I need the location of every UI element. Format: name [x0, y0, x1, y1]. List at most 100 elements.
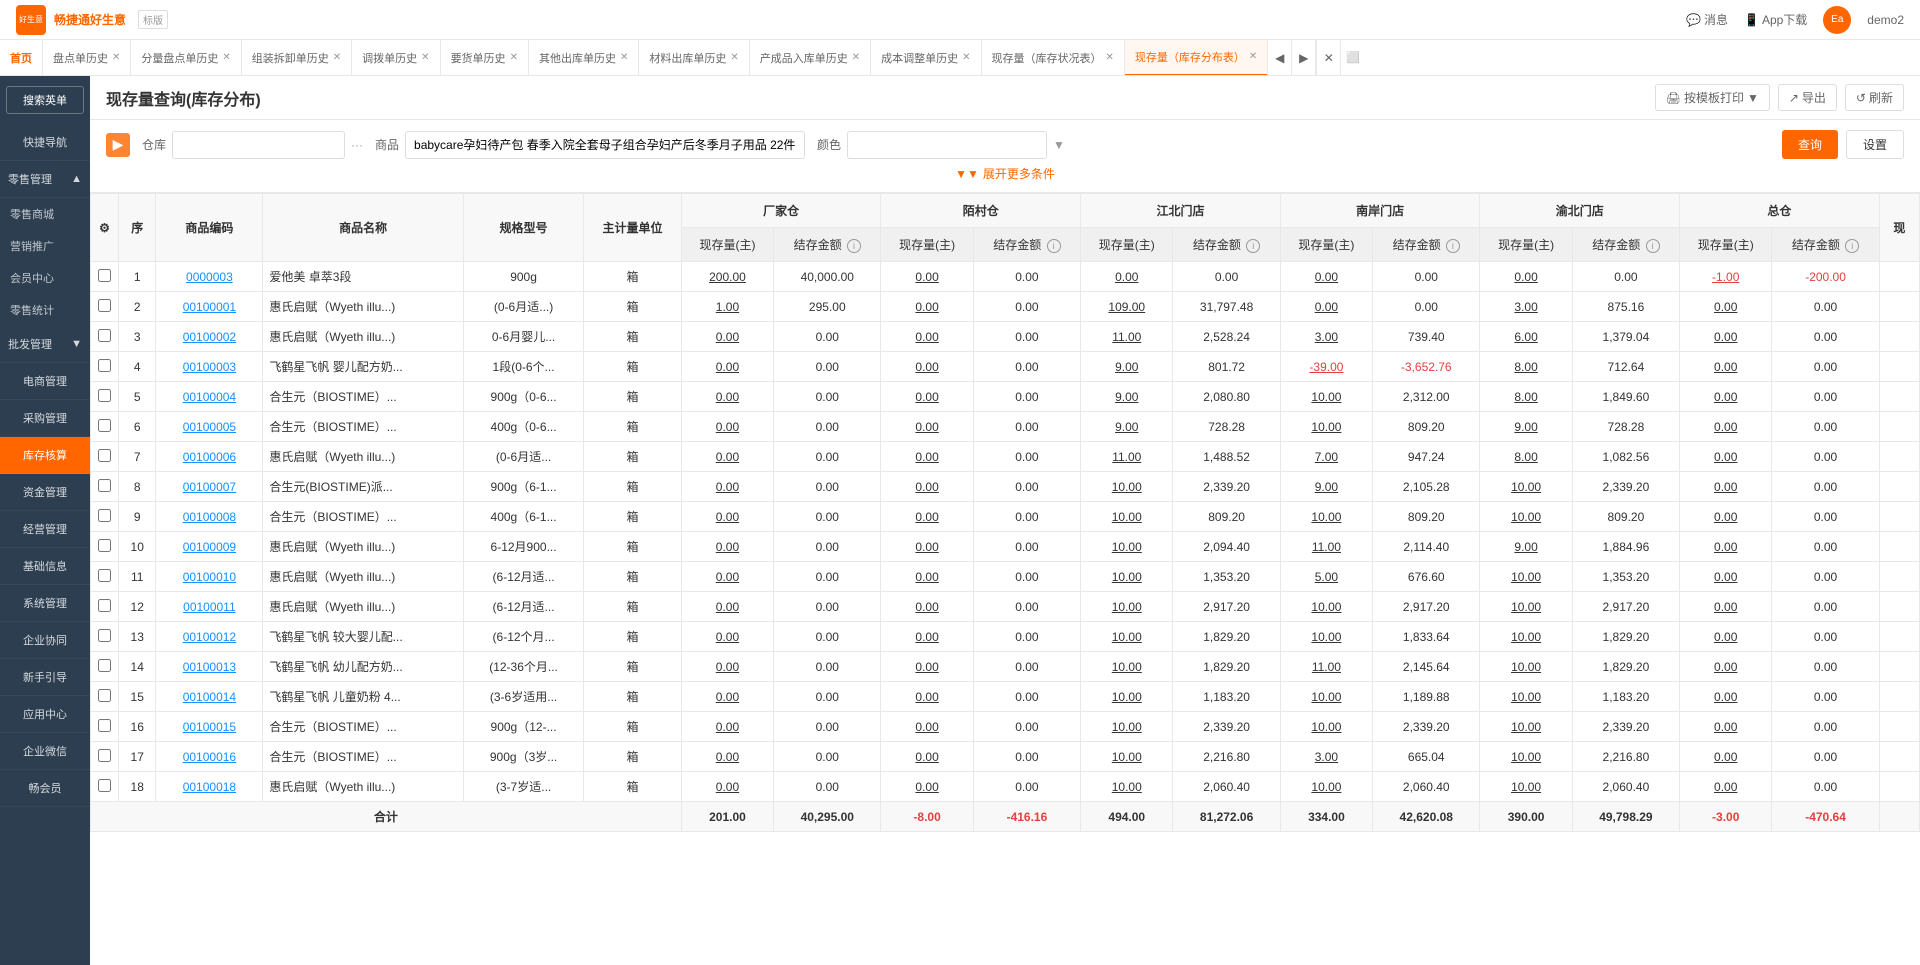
tab-close-product-in[interactable]: ✕ — [852, 52, 860, 63]
row-checkbox[interactable] — [91, 262, 119, 292]
row-qty-4[interactable]: 8.00 — [1480, 352, 1572, 382]
row-code[interactable]: 00100006 — [156, 442, 263, 472]
row-qty-2[interactable]: 109.00 — [1081, 292, 1173, 322]
mocun-amount-info[interactable]: i — [1047, 239, 1061, 253]
row-qty-5[interactable]: 0.00 — [1680, 622, 1772, 652]
tab-product-in[interactable]: 产成品入库单历史 ✕ — [750, 40, 871, 76]
sidebar-item-guide[interactable]: 新手引导 — [0, 659, 90, 696]
row-qty-4[interactable]: 10.00 — [1480, 472, 1572, 502]
row-qty-1[interactable]: 0.00 — [881, 592, 973, 622]
row-code[interactable]: 0000003 — [156, 262, 263, 292]
sidebar-item-wholesale[interactable]: 批发管理 ▼ — [0, 326, 90, 363]
sidebar-item-retail-stats[interactable]: 零售统计 — [0, 294, 90, 326]
row-qty-1[interactable]: 0.00 — [881, 322, 973, 352]
tab-close-branch-stock[interactable]: ✕ — [222, 52, 230, 63]
settings-btn[interactable]: 设置 — [1846, 130, 1904, 159]
sidebar-item-wechat[interactable]: 企业微信 — [0, 733, 90, 770]
row-qty-1[interactable]: 0.00 — [881, 382, 973, 412]
export-btn[interactable]: ↗ 导出 — [1778, 84, 1837, 111]
row-qty-5[interactable]: 0.00 — [1680, 292, 1772, 322]
tab-requisition[interactable]: 要货单历史 ✕ — [441, 40, 529, 76]
row-qty-2[interactable]: 11.00 — [1081, 442, 1173, 472]
row-qty-1[interactable]: 0.00 — [881, 292, 973, 322]
tab-close-stock-count[interactable]: ✕ — [112, 52, 120, 63]
sidebar-item-system[interactable]: 系统管理 — [0, 585, 90, 622]
row-qty-0[interactable]: 0.00 — [681, 742, 773, 772]
filter-expand-toggle[interactable]: ▼▼ 展开更多条件 — [106, 165, 1904, 182]
row-qty-3[interactable]: 10.00 — [1280, 712, 1372, 742]
total-amount-info[interactable]: i — [1845, 239, 1859, 253]
row-qty-3[interactable]: 10.00 — [1280, 382, 1372, 412]
row-qty-2[interactable]: 0.00 — [1081, 262, 1173, 292]
tab-expand-btn[interactable]: ⬜ — [1340, 40, 1364, 76]
row-qty-5[interactable]: 0.00 — [1680, 322, 1772, 352]
row-qty-5[interactable]: 0.00 — [1680, 712, 1772, 742]
tab-material-out[interactable]: 材料出库单历史 ✕ — [639, 40, 749, 76]
row-code[interactable]: 00100014 — [156, 682, 263, 712]
row-qty-3[interactable]: 7.00 — [1280, 442, 1372, 472]
row-qty-0[interactable]: 0.00 — [681, 652, 773, 682]
tab-branch-stock[interactable]: 分量盘点单历史 ✕ — [131, 40, 241, 76]
row-qty-2[interactable]: 10.00 — [1081, 592, 1173, 622]
row-checkbox[interactable] — [91, 502, 119, 532]
row-code[interactable]: 00100005 — [156, 412, 263, 442]
row-qty-0[interactable]: 0.00 — [681, 772, 773, 802]
sidebar-item-finance[interactable]: 资金管理 — [0, 474, 90, 511]
nanan-amount-info[interactable]: i — [1446, 239, 1460, 253]
row-qty-2[interactable]: 10.00 — [1081, 502, 1173, 532]
row-qty-2[interactable]: 9.00 — [1081, 412, 1173, 442]
refresh-btn[interactable]: ↺ 刷新 — [1845, 84, 1904, 111]
row-checkbox[interactable] — [91, 382, 119, 412]
row-qty-1[interactable]: 0.00 — [881, 652, 973, 682]
row-qty-1[interactable]: 0.00 — [881, 412, 973, 442]
row-qty-4[interactable]: 0.00 — [1480, 262, 1572, 292]
table-container[interactable]: ⚙ 序 商品编码 商品名称 规格型号 主计量单位 厂家仓 陌村仓 江北门店 南岸… — [90, 193, 1920, 965]
row-qty-1[interactable]: 0.00 — [881, 622, 973, 652]
row-code[interactable]: 00100009 — [156, 532, 263, 562]
row-code[interactable]: 00100011 — [156, 592, 263, 622]
row-qty-0[interactable]: 0.00 — [681, 502, 773, 532]
row-qty-3[interactable]: 3.00 — [1280, 322, 1372, 352]
row-qty-1[interactable]: 0.00 — [881, 262, 973, 292]
sidebar-item-ecommerce[interactable]: 电商管理 — [0, 363, 90, 400]
row-code[interactable]: 00100018 — [156, 772, 263, 802]
row-qty-5[interactable]: -1.00 — [1680, 262, 1772, 292]
row-checkbox[interactable] — [91, 622, 119, 652]
row-qty-5[interactable]: 0.00 — [1680, 442, 1772, 472]
tab-stock-count[interactable]: 盘点单历史 ✕ — [43, 40, 131, 76]
row-qty-4[interactable]: 10.00 — [1480, 682, 1572, 712]
row-qty-4[interactable]: 10.00 — [1480, 772, 1572, 802]
row-qty-2[interactable]: 10.00 — [1081, 652, 1173, 682]
color-input[interactable] — [847, 131, 1047, 159]
row-qty-4[interactable]: 8.00 — [1480, 382, 1572, 412]
row-qty-5[interactable]: 0.00 — [1680, 592, 1772, 622]
filter-collapse-btn[interactable]: ▶ — [106, 133, 130, 157]
message-btn[interactable]: 💬 消息 — [1686, 11, 1728, 28]
sidebar-item-retail[interactable]: 零售管理 ▲ — [0, 161, 90, 198]
row-qty-1[interactable]: 0.00 — [881, 772, 973, 802]
tab-close-assembly[interactable]: ✕ — [333, 52, 341, 63]
row-qty-2[interactable]: 10.00 — [1081, 532, 1173, 562]
row-qty-0[interactable]: 0.00 — [681, 322, 773, 352]
sidebar-item-member[interactable]: 会员中心 — [0, 262, 90, 294]
user-avatar[interactable]: Ea — [1823, 6, 1851, 34]
sidebar-item-fan[interactable]: 畅会员 — [0, 770, 90, 807]
row-code[interactable]: 00100013 — [156, 652, 263, 682]
row-qty-5[interactable]: 0.00 — [1680, 502, 1772, 532]
row-checkbox[interactable] — [91, 772, 119, 802]
row-qty-5[interactable]: 0.00 — [1680, 352, 1772, 382]
row-qty-4[interactable]: 6.00 — [1480, 322, 1572, 352]
tab-close-material-out[interactable]: ✕ — [730, 52, 738, 63]
yubei-amount-info[interactable]: i — [1646, 239, 1660, 253]
row-qty-2[interactable]: 10.00 — [1081, 742, 1173, 772]
row-qty-1[interactable]: 0.00 — [881, 472, 973, 502]
sidebar-item-operation[interactable]: 经营管理 — [0, 511, 90, 548]
row-checkbox[interactable] — [91, 532, 119, 562]
row-qty-3[interactable]: 11.00 — [1280, 652, 1372, 682]
row-checkbox[interactable] — [91, 352, 119, 382]
sidebar-item-marketing[interactable]: 营销推广 — [0, 230, 90, 262]
row-code[interactable]: 00100015 — [156, 712, 263, 742]
row-qty-5[interactable]: 0.00 — [1680, 652, 1772, 682]
row-qty-5[interactable]: 0.00 — [1680, 742, 1772, 772]
row-qty-3[interactable]: 11.00 — [1280, 532, 1372, 562]
